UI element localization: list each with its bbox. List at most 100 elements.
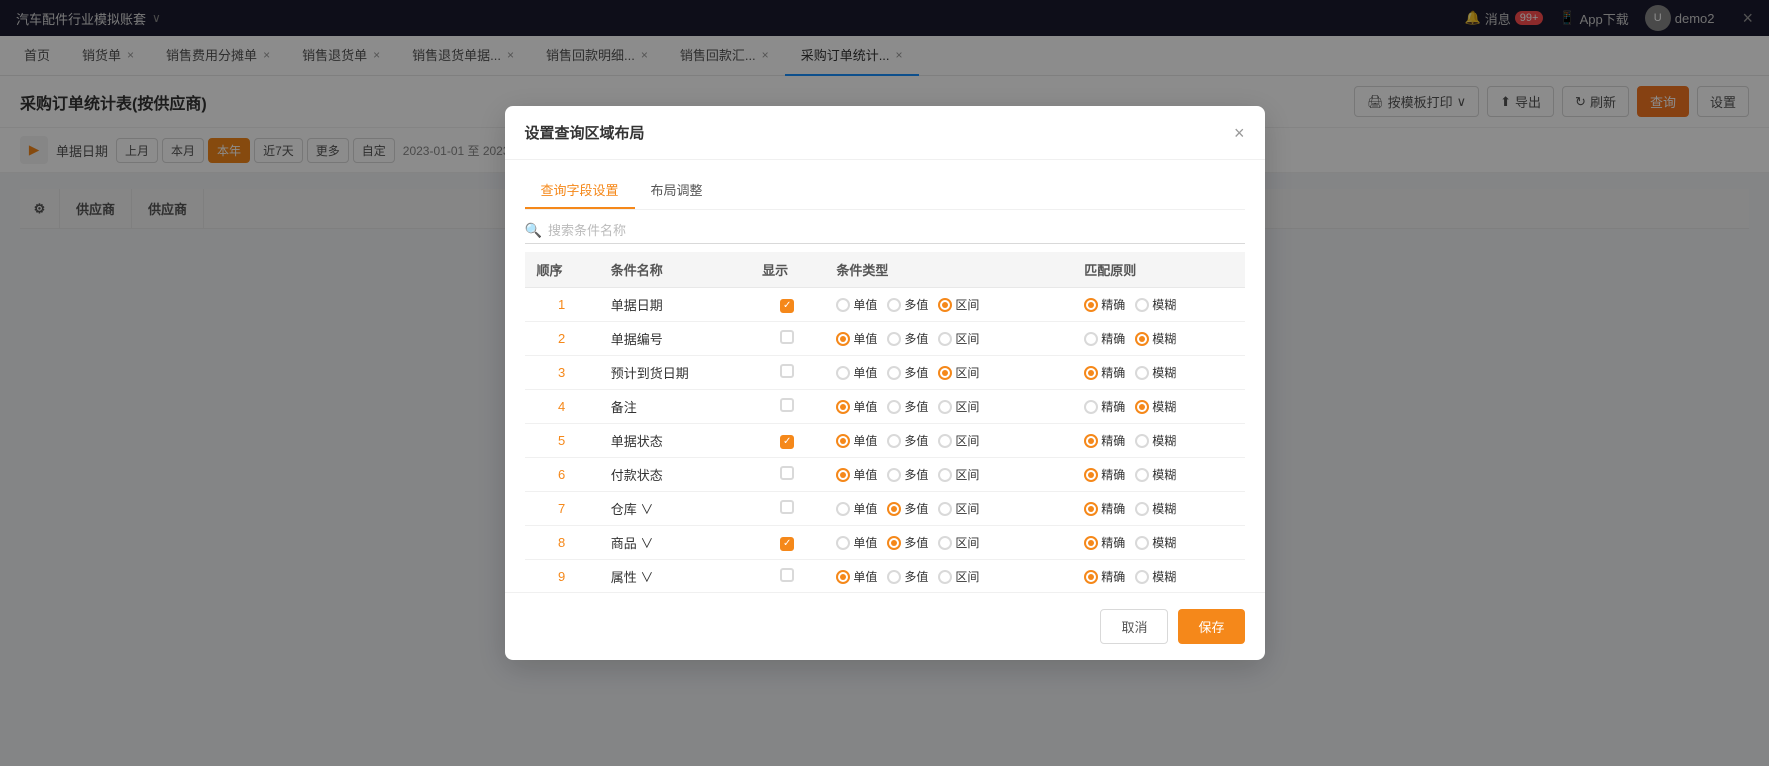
th-name: 条件名称	[599, 252, 750, 288]
search-input[interactable]	[548, 223, 748, 238]
row-show-checkbox[interactable]: ✓	[750, 288, 824, 322]
checkbox[interactable]	[780, 466, 794, 480]
row-condition-type: 单值多值区间	[824, 390, 1072, 424]
row-show-checkbox[interactable]	[750, 356, 824, 390]
checkbox[interactable]	[780, 568, 794, 582]
radio-type-type_single[interactable]: 单值	[836, 398, 877, 415]
row-order: 4	[525, 390, 599, 424]
modal-overlay: 设置查询区域布局 × 查询字段设置 布局调整 🔍 顺序	[0, 0, 1769, 766]
row-condition-type: 单值多值区间	[824, 322, 1072, 356]
modal-footer: 取消 保存	[505, 592, 1265, 660]
radio-match-match_exact[interactable]: 精确	[1084, 330, 1125, 347]
checkbox[interactable]: ✓	[780, 537, 794, 551]
radio-match-match_fuzzy[interactable]: 模糊	[1135, 296, 1176, 313]
checkbox[interactable]	[780, 330, 794, 344]
cancel-btn[interactable]: 取消	[1100, 609, 1168, 644]
radio-match-match_exact[interactable]: 精确	[1084, 398, 1125, 415]
row-name: 预计到货日期	[599, 356, 750, 390]
radio-type-type_range[interactable]: 区间	[938, 500, 979, 517]
row-show-checkbox[interactable]	[750, 390, 824, 424]
radio-type-type_range[interactable]: 区间	[938, 330, 979, 347]
row-condition-type: 单值多值区间	[824, 560, 1072, 593]
row-order: 5	[525, 424, 599, 458]
row-condition-type: 单值多值区间	[824, 492, 1072, 526]
row-order: 1	[525, 288, 599, 322]
row-name: 备注	[599, 390, 750, 424]
radio-type-type_range[interactable]: 区间	[938, 466, 979, 483]
radio-type-type_multi[interactable]: 多值	[887, 500, 928, 517]
save-btn[interactable]: 保存	[1178, 609, 1244, 644]
modal-body: 查询字段设置 布局调整 🔍 顺序 条件名称 显示 条件类型	[505, 160, 1265, 592]
radio-type-type_multi[interactable]: 多值	[887, 568, 928, 585]
radio-match-match_fuzzy[interactable]: 模糊	[1135, 432, 1176, 449]
row-show-checkbox[interactable]	[750, 560, 824, 593]
row-match-principle: 精确模糊	[1072, 390, 1244, 424]
checkbox[interactable]	[780, 364, 794, 378]
radio-type-type_multi[interactable]: 多值	[887, 466, 928, 483]
row-match-principle: 精确模糊	[1072, 458, 1244, 492]
modal-table-row: 7仓库 ∨单值多值区间精确模糊	[525, 492, 1245, 526]
radio-type-type_multi[interactable]: 多值	[887, 296, 928, 313]
row-order: 2	[525, 322, 599, 356]
modal-title: 设置查询区域布局	[525, 122, 645, 143]
row-show-checkbox[interactable]: ✓	[750, 526, 824, 560]
radio-match-match_exact[interactable]: 精确	[1084, 534, 1125, 551]
radio-type-type_range[interactable]: 区间	[938, 534, 979, 551]
modal-table-row: 9属性 ∨单值多值区间精确模糊	[525, 560, 1245, 593]
row-name: 单据日期	[599, 288, 750, 322]
radio-type-type_single[interactable]: 单值	[836, 466, 877, 483]
radio-match-match_fuzzy[interactable]: 模糊	[1135, 398, 1176, 415]
row-order: 8	[525, 526, 599, 560]
radio-type-type_range[interactable]: 区间	[938, 432, 979, 449]
radio-match-match_fuzzy[interactable]: 模糊	[1135, 364, 1176, 381]
row-order: 3	[525, 356, 599, 390]
radio-match-match_exact[interactable]: 精确	[1084, 500, 1125, 517]
row-condition-type: 单值多值区间	[824, 288, 1072, 322]
checkbox[interactable]	[780, 500, 794, 514]
row-name: 单据编号	[599, 322, 750, 356]
radio-type-type_single[interactable]: 单值	[836, 568, 877, 585]
radio-type-type_single[interactable]: 单值	[836, 432, 877, 449]
modal-close-btn[interactable]: ×	[1234, 124, 1245, 142]
radio-type-type_range[interactable]: 区间	[938, 398, 979, 415]
checkbox[interactable]	[780, 398, 794, 412]
radio-type-type_single[interactable]: 单值	[836, 534, 877, 551]
row-match-principle: 精确模糊	[1072, 492, 1244, 526]
radio-type-type_multi[interactable]: 多值	[887, 432, 928, 449]
radio-match-match_exact[interactable]: 精确	[1084, 568, 1125, 585]
row-show-checkbox[interactable]	[750, 458, 824, 492]
radio-match-match_exact[interactable]: 精确	[1084, 432, 1125, 449]
radio-match-match_fuzzy[interactable]: 模糊	[1135, 534, 1176, 551]
radio-match-match_exact[interactable]: 精确	[1084, 364, 1125, 381]
checkbox[interactable]: ✓	[780, 435, 794, 449]
radio-type-type_multi[interactable]: 多值	[887, 364, 928, 381]
th-match: 匹配原则	[1072, 252, 1244, 288]
row-show-checkbox[interactable]	[750, 492, 824, 526]
radio-match-match_fuzzy[interactable]: 模糊	[1135, 500, 1176, 517]
radio-type-type_range[interactable]: 区间	[938, 364, 979, 381]
radio-type-type_single[interactable]: 单值	[836, 364, 877, 381]
modal-table-row: 4备注单值多值区间精确模糊	[525, 390, 1245, 424]
row-show-checkbox[interactable]: ✓	[750, 424, 824, 458]
radio-match-match_exact[interactable]: 精确	[1084, 296, 1125, 313]
radio-type-type_single[interactable]: 单值	[836, 500, 877, 517]
row-condition-type: 单值多值区间	[824, 458, 1072, 492]
modal-tab-query-fields[interactable]: 查询字段设置	[525, 172, 635, 209]
radio-match-match_exact[interactable]: 精确	[1084, 466, 1125, 483]
radio-match-match_fuzzy[interactable]: 模糊	[1135, 466, 1176, 483]
checkbox[interactable]: ✓	[780, 299, 794, 313]
radio-match-match_fuzzy[interactable]: 模糊	[1135, 568, 1176, 585]
modal-tab-layout[interactable]: 布局调整	[635, 172, 719, 209]
radio-type-type_range[interactable]: 区间	[938, 296, 979, 313]
radio-type-type_single[interactable]: 单值	[836, 296, 877, 313]
row-show-checkbox[interactable]	[750, 322, 824, 356]
modal-table-row: 6付款状态单值多值区间精确模糊	[525, 458, 1245, 492]
radio-type-type_single[interactable]: 单值	[836, 330, 877, 347]
radio-type-type_multi[interactable]: 多值	[887, 534, 928, 551]
radio-type-type_multi[interactable]: 多值	[887, 398, 928, 415]
radio-match-match_fuzzy[interactable]: 模糊	[1135, 330, 1176, 347]
radio-type-type_range[interactable]: 区间	[938, 568, 979, 585]
modal-header: 设置查询区域布局 ×	[505, 106, 1265, 160]
modal-tabs: 查询字段设置 布局调整	[525, 160, 1245, 210]
radio-type-type_multi[interactable]: 多值	[887, 330, 928, 347]
